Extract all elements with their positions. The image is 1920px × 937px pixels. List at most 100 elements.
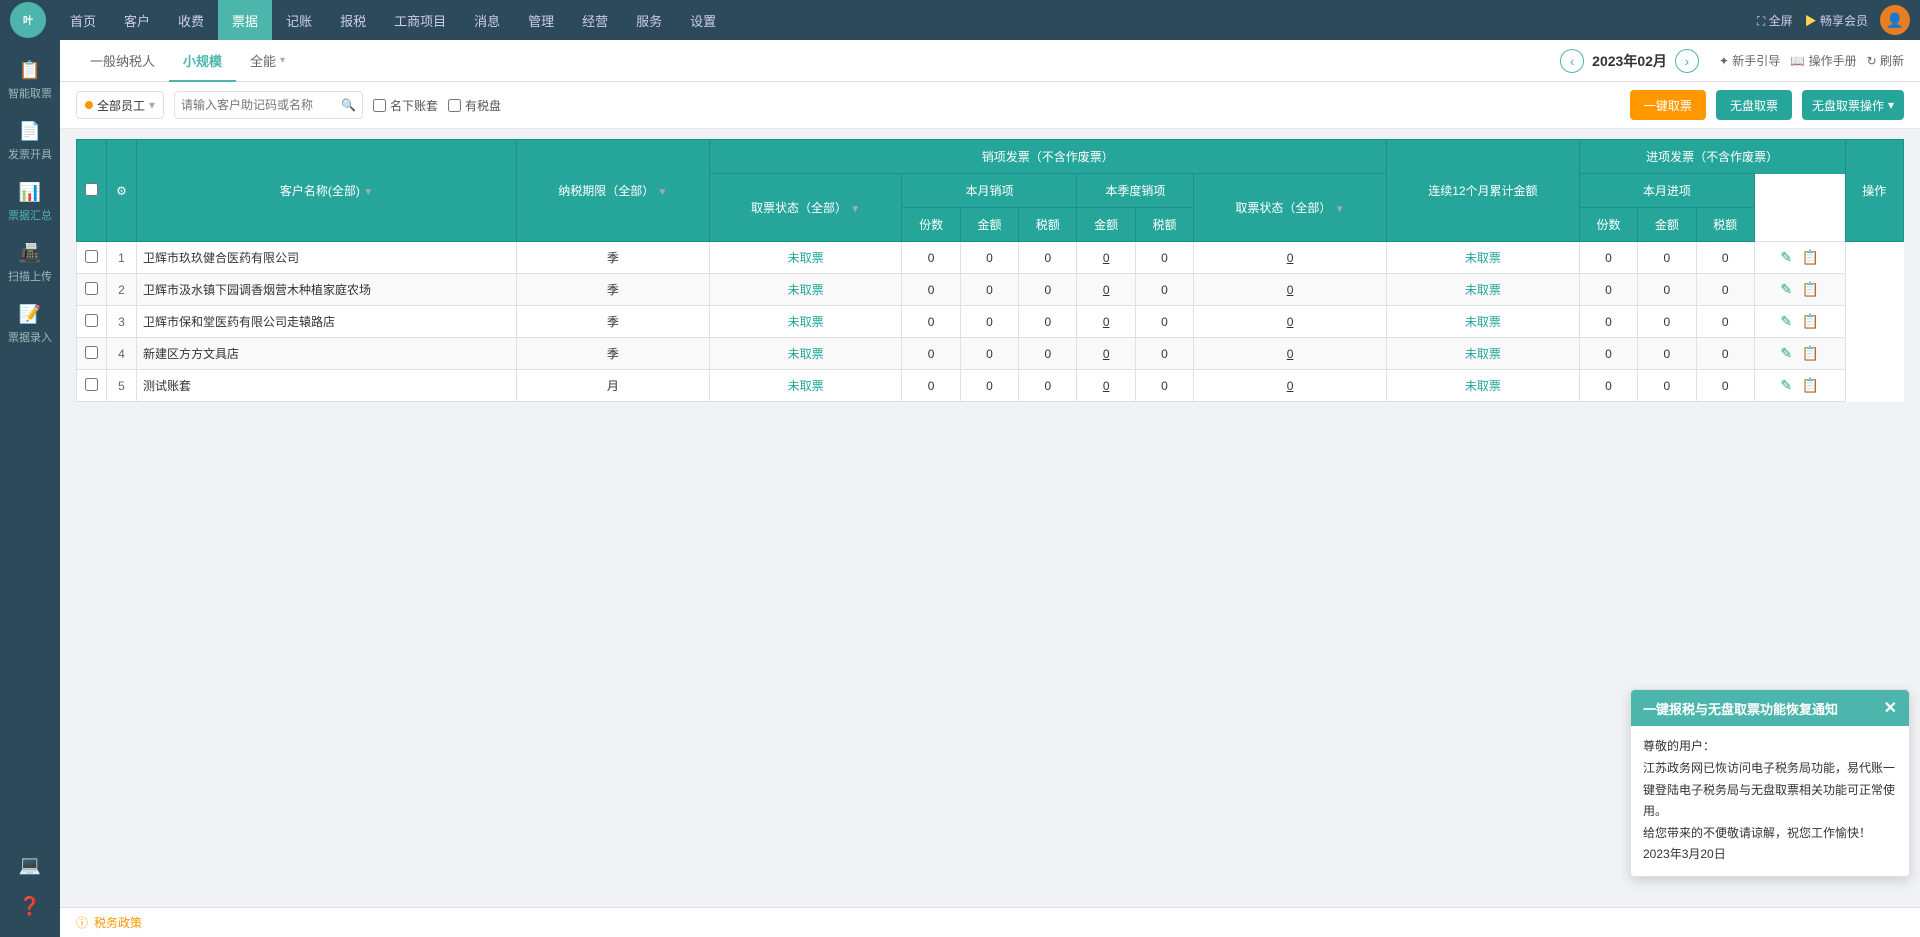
notification-line-3: 2023年3月20日: [1643, 844, 1897, 866]
one-key-btn[interactable]: 一键取票: [1630, 90, 1706, 120]
row-checkbox[interactable]: [77, 242, 107, 274]
sidebar-item-download[interactable]: 💻: [0, 845, 60, 886]
top-right-actions: ✦ 新手引导 📖 操作手册 ↻ 刷新: [1719, 52, 1904, 69]
row-input-status: 未取票: [1386, 306, 1579, 338]
row-sales-monthly-count: 0: [902, 274, 960, 306]
row-customer: 卫辉市保和堂医药有限公司走辕路店: [137, 306, 517, 338]
date-navigation: ‹ 2023年02月 ›: [1560, 49, 1699, 73]
no-disk-ops-btn[interactable]: 无盘取票操作 ▾: [1802, 90, 1904, 120]
th-sales-monthly-count: 份数: [902, 208, 960, 242]
table-row: 5 测试账套 月 未取票 0 0 0 0 0 0 未取票 0 0 0 ✎ 📋: [77, 370, 1904, 402]
nav-customer[interactable]: 客户: [110, 0, 164, 40]
row-edit-btn[interactable]: ✎: [1777, 345, 1795, 362]
my-account-checkbox[interactable]: [373, 99, 386, 112]
tax-disk-checkbox-label[interactable]: 有税盘: [448, 97, 501, 114]
row-checkbox[interactable]: [77, 306, 107, 338]
nav-home[interactable]: 首页: [56, 0, 110, 40]
row-edit-btn[interactable]: ✎: [1777, 313, 1795, 330]
row-detail-btn[interactable]: 📋: [1799, 249, 1822, 266]
row-sales-status: 未取票: [709, 338, 902, 370]
row-action: ✎ 📋: [1754, 242, 1845, 274]
new-guide-btn[interactable]: ✦ 新手引导: [1719, 52, 1780, 69]
tax-disk-checkbox[interactable]: [448, 99, 461, 112]
tab-full-capability[interactable]: 全能 ▾: [236, 40, 299, 82]
tax-policy-link[interactable]: 税务政策: [94, 914, 142, 931]
full-tab-dropdown-icon: ▾: [280, 55, 285, 66]
sidebar-item-invoice-entry[interactable]: 📝 票据录入: [0, 294, 60, 355]
nav-settings[interactable]: 设置: [676, 0, 730, 40]
nav-operation[interactable]: 经营: [568, 0, 622, 40]
row-edit-btn[interactable]: ✎: [1777, 249, 1795, 266]
my-account-checkbox-label[interactable]: 名下账套: [373, 97, 438, 114]
nav-fee[interactable]: 收费: [164, 0, 218, 40]
row-sales-monthly-count: 0: [902, 338, 960, 370]
input-status-filter-icon[interactable]: ▼: [1335, 204, 1345, 215]
row-customer: 卫辉市汲水镇下园调香烟营木种植家庭农场: [137, 274, 517, 306]
no-disk-ops-dropdown-icon: ▾: [1888, 98, 1894, 112]
employee-select[interactable]: 全部员工 ▾: [76, 91, 164, 119]
member-btn[interactable]: ▶ 畅享会员: [1805, 12, 1868, 29]
search-input[interactable]: [181, 98, 341, 112]
sidebar-item-issue-invoice[interactable]: 📄 发票开具: [0, 111, 60, 172]
row-sales-status: 未取票: [709, 274, 902, 306]
manual-btn[interactable]: 📖 操作手册: [1790, 52, 1856, 69]
row-checkbox[interactable]: [77, 274, 107, 306]
row-tax-period: 季: [516, 338, 709, 370]
next-month-btn[interactable]: ›: [1675, 49, 1699, 73]
prev-month-btn[interactable]: ‹: [1560, 49, 1584, 73]
nav-message[interactable]: 消息: [460, 0, 514, 40]
sales-status-filter-icon[interactable]: ▼: [850, 204, 860, 215]
row-detail-btn[interactable]: 📋: [1799, 345, 1822, 362]
row-detail-btn[interactable]: 📋: [1799, 313, 1822, 330]
sidebar-item-scan-upload[interactable]: 📠 扫描上传: [0, 233, 60, 294]
my-account-label: 名下账套: [390, 97, 438, 114]
nav-bookkeeping[interactable]: 记账: [272, 0, 326, 40]
tab-general-taxpayer[interactable]: 一般纳税人: [76, 40, 169, 82]
settings-icon[interactable]: ⚙: [116, 184, 127, 198]
tax-period-filter-icon[interactable]: ▼: [658, 187, 668, 198]
customer-filter-icon[interactable]: ▼: [363, 187, 373, 198]
row-detail-btn[interactable]: 📋: [1799, 377, 1822, 394]
th-customer: 客户名称(全部) ▼: [137, 140, 517, 242]
row-sales-monthly-count: 0: [902, 370, 960, 402]
nav-manage[interactable]: 管理: [514, 0, 568, 40]
sidebar-item-help[interactable]: ❓: [0, 886, 60, 927]
nav-invoice[interactable]: 票据: [218, 0, 272, 40]
nav-business[interactable]: 工商项目: [380, 0, 460, 40]
svg-text:叶: 叶: [23, 14, 33, 27]
no-disk-btn[interactable]: 无盘取票: [1716, 90, 1792, 120]
notification-header: 一键报税与无盘取票功能恢复通知 ✕: [1631, 690, 1909, 726]
search-icon[interactable]: 🔍: [341, 98, 356, 112]
row-input-monthly-tax: 0: [1696, 242, 1754, 274]
row-input-monthly-count: 0: [1579, 370, 1637, 402]
row-action: ✎ 📋: [1754, 306, 1845, 338]
row-index: 1: [107, 242, 137, 274]
row-input-monthly-amount: 0: [1638, 370, 1696, 402]
select-all-checkbox[interactable]: [85, 183, 98, 196]
row-checkbox[interactable]: [77, 370, 107, 402]
row-checkbox[interactable]: [77, 338, 107, 370]
current-date-label: 2023年02月: [1592, 51, 1667, 71]
th-sales-monthly-tax: 税额: [1019, 208, 1077, 242]
notification-title: 一键报税与无盘取票功能恢复通知: [1643, 699, 1838, 718]
row-sales-monthly-tax: 0: [1019, 274, 1077, 306]
row-edit-btn[interactable]: ✎: [1777, 377, 1795, 394]
refresh-btn[interactable]: ↻ 刷新: [1867, 52, 1904, 69]
sidebar-item-invoice-summary[interactable]: 📊 票据汇总: [0, 172, 60, 233]
row-12months: 0: [1194, 306, 1387, 338]
row-input-status: 未取票: [1386, 274, 1579, 306]
row-sales-monthly-amount: 0: [960, 338, 1018, 370]
fullscreen-btn[interactable]: ⛶ 全屏: [1757, 12, 1793, 29]
row-sales-monthly-amount: 0: [960, 306, 1018, 338]
tab-small-scale[interactable]: 小规模: [169, 40, 236, 82]
sidebar-item-smart-invoice[interactable]: 📋 智能取票: [0, 50, 60, 111]
row-edit-btn[interactable]: ✎: [1777, 281, 1795, 298]
nav-menu: 首页 客户 收费 票据 记账 报税 工商项目 消息 管理 经营 服务 设置: [56, 0, 1757, 40]
th-input-status: 取票状态（全部） ▼: [1194, 174, 1387, 242]
user-avatar[interactable]: 👤: [1880, 5, 1910, 35]
nav-service[interactable]: 服务: [622, 0, 676, 40]
notification-close-btn[interactable]: ✕: [1884, 698, 1897, 718]
row-detail-btn[interactable]: 📋: [1799, 281, 1822, 298]
bottom-bar: ⓘ 税务政策: [60, 907, 1920, 937]
nav-tax[interactable]: 报税: [326, 0, 380, 40]
